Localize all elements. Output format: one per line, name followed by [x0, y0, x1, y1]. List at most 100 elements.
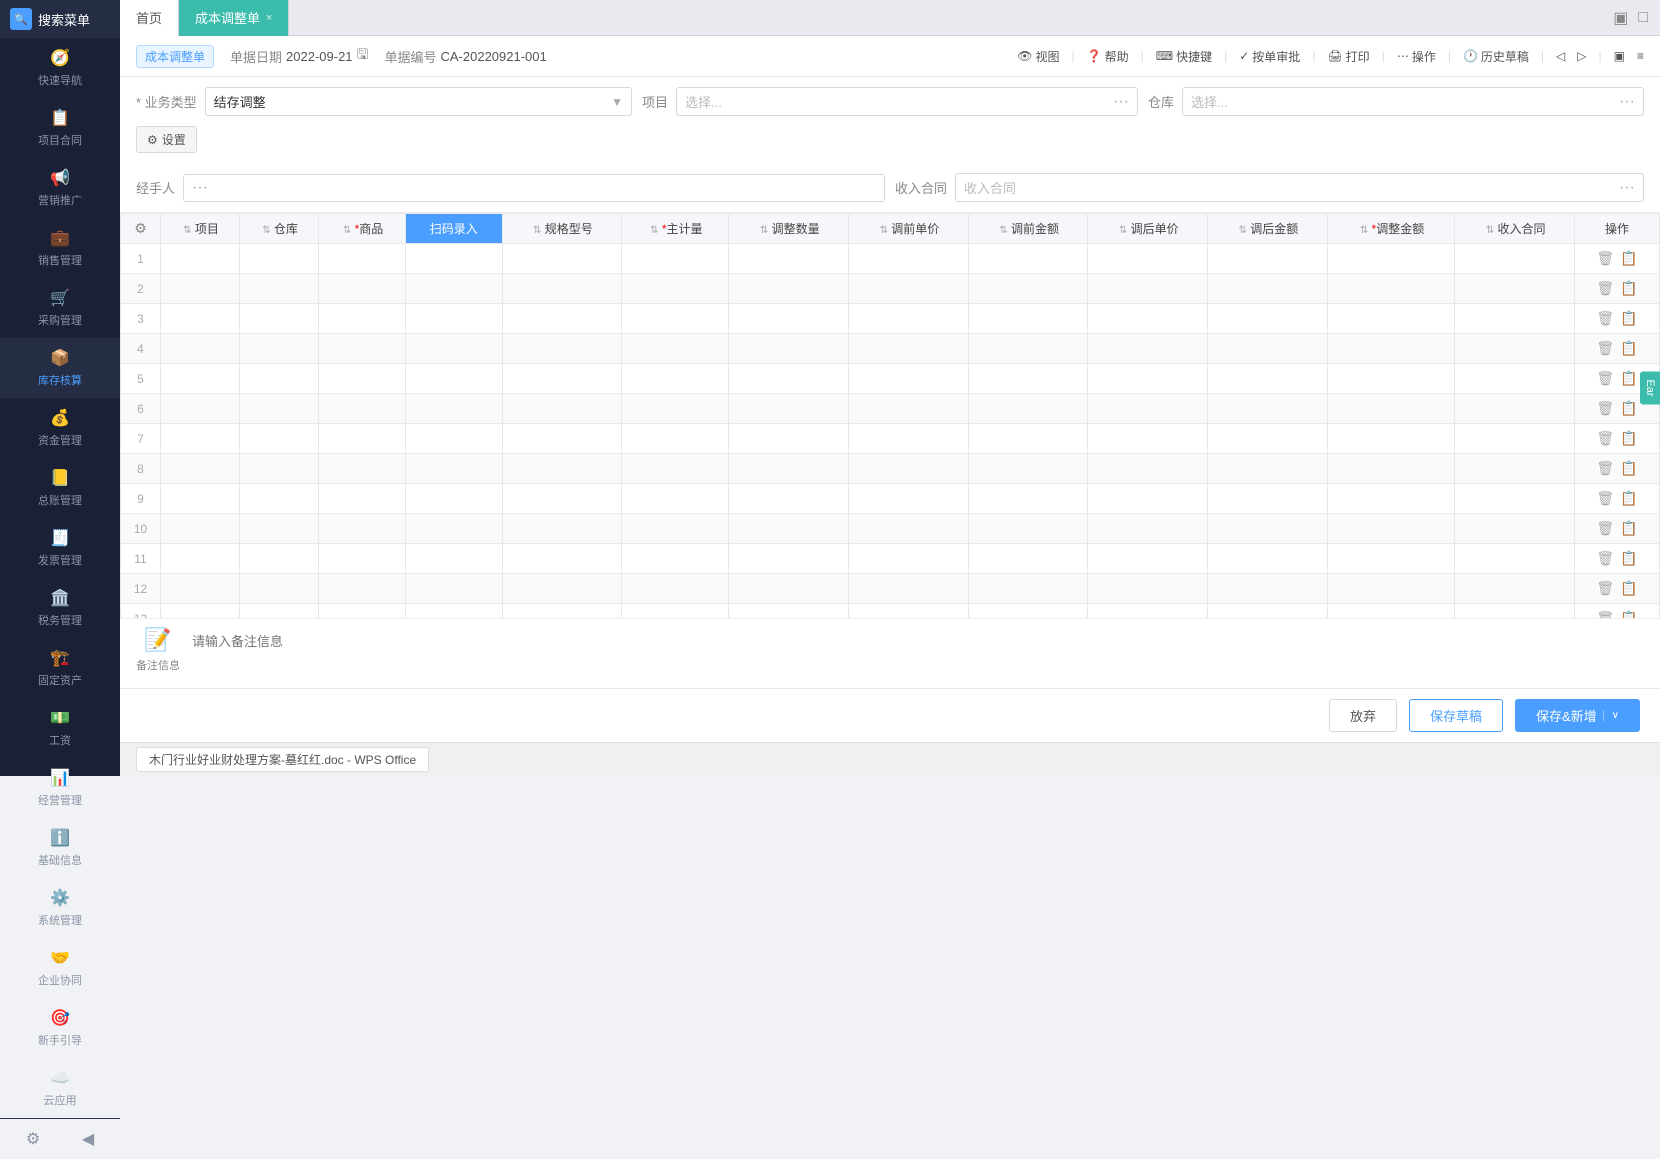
spec-cell[interactable]: [502, 364, 622, 394]
after-amount-cell[interactable]: [1208, 484, 1328, 514]
warehouse-cell[interactable]: [240, 514, 319, 544]
product-cell[interactable]: [319, 574, 406, 604]
sidebar-collapse-icon[interactable]: ◀: [82, 1129, 94, 1149]
income-contract-cell[interactable]: [1455, 394, 1575, 424]
income-contract-input[interactable]: 收入合同 ···: [955, 173, 1644, 202]
income-contract-cell[interactable]: [1455, 334, 1575, 364]
spec-cell[interactable]: [502, 394, 622, 424]
adjust-amount-cell[interactable]: [1327, 394, 1455, 424]
col-product-header[interactable]: ⇅ *商品: [319, 214, 406, 244]
adjust-amount-cell[interactable]: [1327, 454, 1455, 484]
scan-cell[interactable]: [406, 424, 502, 454]
copy-row-icon[interactable]: 📋: [1620, 520, 1637, 537]
after-price-cell[interactable]: [1088, 514, 1208, 544]
after-amount-cell[interactable]: [1208, 574, 1328, 604]
after-amount-cell[interactable]: [1208, 454, 1328, 484]
unit-cell[interactable]: [622, 574, 729, 604]
copy-row-icon[interactable]: 📋: [1620, 490, 1637, 507]
before-price-cell[interactable]: [849, 604, 969, 619]
col-warehouse-header[interactable]: ⇅ 仓库: [240, 214, 319, 244]
warehouse-cell[interactable]: [240, 544, 319, 574]
before-amount-cell[interactable]: [968, 244, 1088, 274]
project-cell[interactable]: [161, 544, 240, 574]
form-save-icon[interactable]: 🖫: [357, 44, 369, 68]
notes-input[interactable]: [192, 627, 1644, 665]
income-contract-cell[interactable]: [1455, 484, 1575, 514]
adjust-qty-cell[interactable]: [729, 274, 849, 304]
project-cell[interactable]: [161, 604, 240, 619]
adjust-amount-cell[interactable]: [1327, 574, 1455, 604]
adjust-qty-cell[interactable]: [729, 364, 849, 394]
copy-row-icon[interactable]: 📋: [1620, 280, 1637, 297]
sidebar-item-fixed-assets[interactable]: 🏗️ 固定资产: [0, 638, 120, 698]
sidebar-item-basic-info[interactable]: ℹ️ 基础信息: [0, 818, 120, 878]
toolbar-help[interactable]: ❓ 帮助: [1087, 48, 1129, 65]
copy-row-icon[interactable]: 📋: [1620, 550, 1637, 567]
after-price-cell[interactable]: [1088, 274, 1208, 304]
adjust-amount-cell[interactable]: [1327, 544, 1455, 574]
spec-cell[interactable]: [502, 604, 622, 619]
sidebar-item-new-guide[interactable]: 🎯 新手引导: [0, 998, 120, 1058]
toolbar-print[interactable]: 🖨 打印: [1327, 48, 1369, 65]
after-price-cell[interactable]: [1088, 454, 1208, 484]
adjust-amount-cell[interactable]: [1327, 244, 1455, 274]
discard-button[interactable]: 放弃: [1329, 699, 1397, 732]
sidebar-item-enterprise[interactable]: 🤝 企业协同: [0, 938, 120, 998]
adjust-amount-cell[interactable]: [1327, 334, 1455, 364]
adjust-qty-cell[interactable]: [729, 544, 849, 574]
spec-cell[interactable]: [502, 304, 622, 334]
spec-cell[interactable]: [502, 274, 622, 304]
project-cell[interactable]: [161, 304, 240, 334]
before-price-cell[interactable]: [849, 574, 969, 604]
tab-grid-icon[interactable]: ▣: [1609, 6, 1632, 30]
after-price-cell[interactable]: [1088, 484, 1208, 514]
unit-cell[interactable]: [622, 544, 729, 574]
scan-cell[interactable]: [406, 574, 502, 604]
spec-cell[interactable]: [502, 544, 622, 574]
before-amount-cell[interactable]: [968, 604, 1088, 619]
save-new-arrow-icon[interactable]: ∨: [1603, 710, 1619, 721]
save-draft-button[interactable]: 保存草稿: [1409, 699, 1503, 732]
tab-cost-adjustment[interactable]: 成本调整单 ×: [179, 0, 289, 36]
project-cell[interactable]: [161, 334, 240, 364]
before-price-cell[interactable]: [849, 274, 969, 304]
copy-row-icon[interactable]: 📋: [1620, 250, 1637, 267]
sidebar-item-finance[interactable]: 💰 资金管理: [0, 398, 120, 458]
delete-row-icon[interactable]: 🗑: [1596, 610, 1614, 618]
warehouse-cell[interactable]: [240, 244, 319, 274]
unit-cell[interactable]: [622, 514, 729, 544]
after-price-cell[interactable]: [1088, 334, 1208, 364]
before-amount-cell[interactable]: [968, 304, 1088, 334]
adjust-amount-cell[interactable]: [1327, 274, 1455, 304]
delete-row-icon[interactable]: 🗑: [1596, 310, 1614, 327]
sidebar-item-sales-promotion[interactable]: 📢 营销推广: [0, 158, 120, 218]
warehouse-cell[interactable]: [240, 364, 319, 394]
after-amount-cell[interactable]: [1208, 304, 1328, 334]
delete-row-icon[interactable]: 🗑: [1596, 400, 1614, 417]
copy-row-icon[interactable]: 📋: [1620, 580, 1637, 597]
col-income-contract-header[interactable]: ⇅ 收入合同: [1455, 214, 1575, 244]
after-price-cell[interactable]: [1088, 544, 1208, 574]
col-settings-header[interactable]: ⚙: [121, 214, 161, 244]
before-amount-cell[interactable]: [968, 544, 1088, 574]
scan-cell[interactable]: [406, 544, 502, 574]
scan-cell[interactable]: [406, 454, 502, 484]
adjust-qty-cell[interactable]: [729, 394, 849, 424]
toolbar-action[interactable]: ⋯ 操作: [1397, 48, 1436, 65]
copy-row-icon[interactable]: 📋: [1620, 610, 1637, 618]
scan-cell[interactable]: [406, 364, 502, 394]
copy-row-icon[interactable]: 📋: [1620, 400, 1637, 417]
delete-row-icon[interactable]: 🗑: [1596, 430, 1614, 447]
unit-cell[interactable]: [622, 274, 729, 304]
sidebar-item-ledger[interactable]: 📒 总账管理: [0, 458, 120, 518]
income-contract-cell[interactable]: [1455, 274, 1575, 304]
warehouse-cell[interactable]: [240, 394, 319, 424]
adjust-amount-cell[interactable]: [1327, 364, 1455, 394]
sidebar-item-operations[interactable]: 📊 经营管理: [0, 758, 120, 818]
warehouse-cell[interactable]: [240, 454, 319, 484]
adjust-qty-cell[interactable]: [729, 334, 849, 364]
delete-row-icon[interactable]: 🗑: [1596, 280, 1614, 297]
unit-cell[interactable]: [622, 334, 729, 364]
product-cell[interactable]: [319, 394, 406, 424]
product-cell[interactable]: [319, 304, 406, 334]
